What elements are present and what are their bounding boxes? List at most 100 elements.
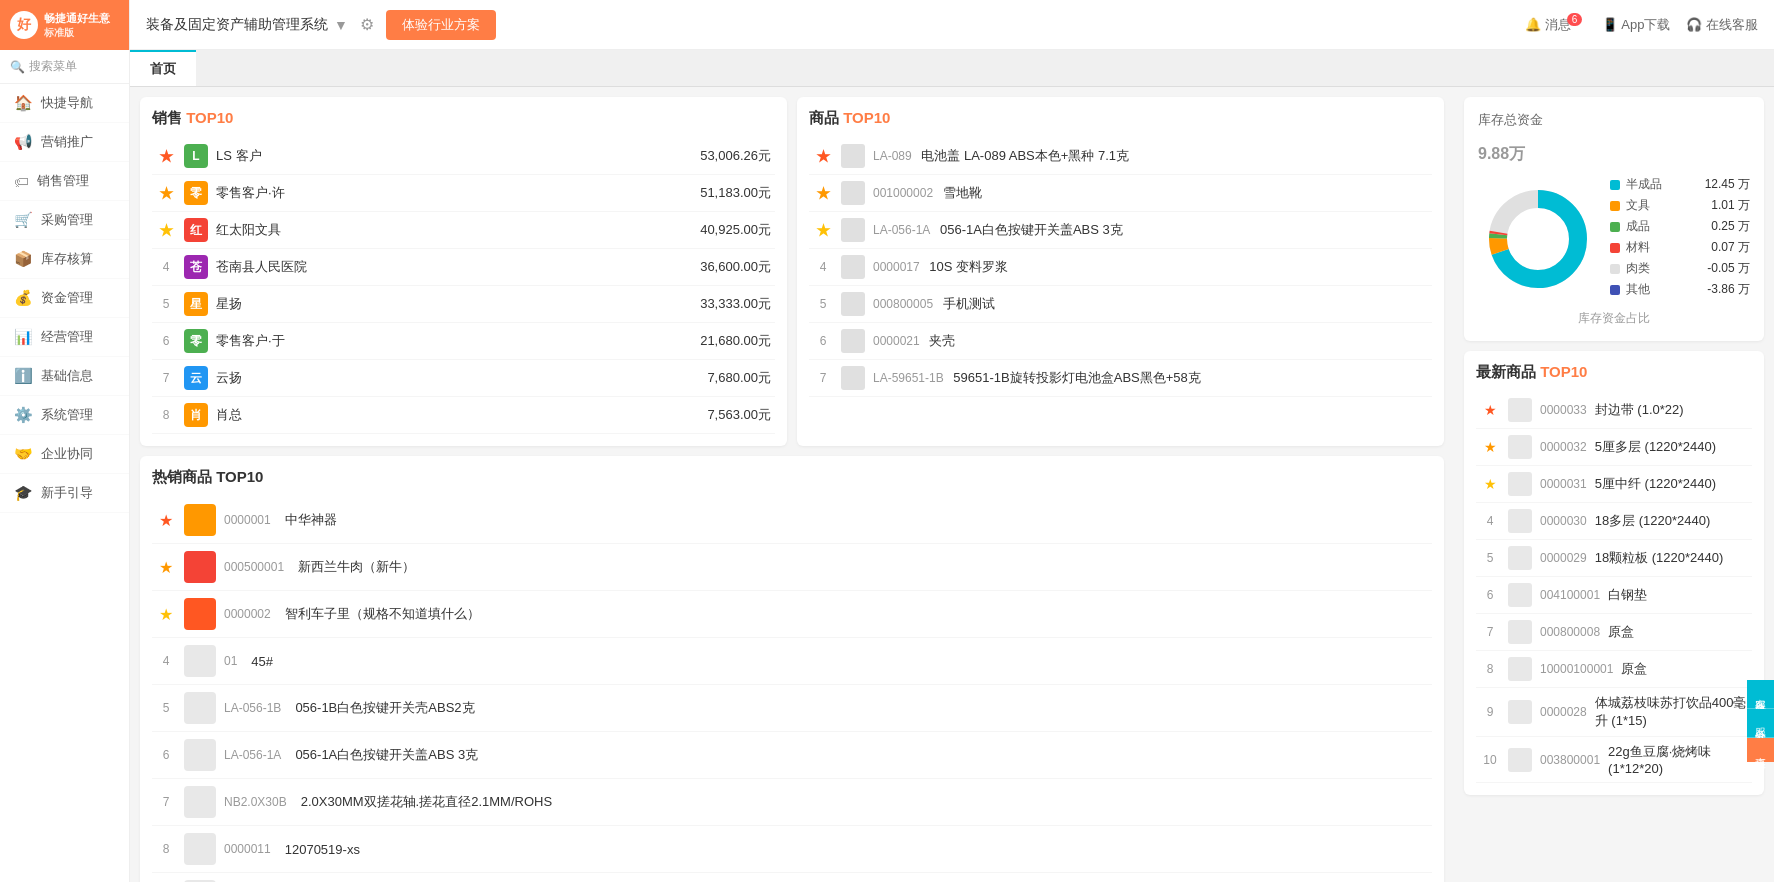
rank-name: 苍南县人民医院 xyxy=(216,258,692,276)
rank-badge: 星 xyxy=(184,292,208,316)
sidebar-item-operation[interactable]: 📊 经营管理 xyxy=(0,318,129,357)
rank-value: 53,006.26元 xyxy=(700,147,771,165)
sidebar-item-stock[interactable]: 📦 库存核算 xyxy=(0,240,129,279)
product-code: 0000032 xyxy=(1540,440,1587,454)
product-code: 000500001 xyxy=(224,560,284,574)
product-name: 2.0X30MM双搓花轴.搓花直径2.1MM/ROHS xyxy=(301,793,552,811)
rank-number: ★ xyxy=(156,605,176,624)
main-content: 销售 TOP10 ★ L LS 客户 53,006.26元 ★ 零 零售客户·许… xyxy=(130,87,1454,882)
product-img xyxy=(841,144,865,168)
sidebar-item-finance[interactable]: 💰 资金管理 xyxy=(0,279,129,318)
product-img xyxy=(841,255,865,279)
product-image-placeholder xyxy=(184,739,216,771)
rank-badge: L xyxy=(184,144,208,168)
sidebar-item-guide[interactable]: 🎓 新手引导 xyxy=(0,474,129,513)
app-download-link[interactable]: 📱 App下载 xyxy=(1602,16,1670,34)
inventory-value: 9.88万 xyxy=(1478,135,1525,165)
product-img xyxy=(841,366,865,390)
messages-link[interactable]: 🔔 消息6 xyxy=(1525,16,1586,34)
rank-number: 5 xyxy=(813,297,833,311)
sidebar-item-info[interactable]: ℹ️ 基础信息 xyxy=(0,357,129,396)
trial-button[interactable]: 体验行业方案 xyxy=(386,10,496,40)
rank-number: ★ xyxy=(156,147,176,166)
guide-icon: 🎓 xyxy=(14,484,33,502)
rank-number: 8 xyxy=(156,408,176,422)
product-info: LA-089 电池盖 LA-089 ABS本色+黑种 7.1克 xyxy=(873,147,1428,165)
rank-badge: 苍 xyxy=(184,255,208,279)
legend-value: 12.45 万 xyxy=(1705,176,1750,193)
product-name: 22g鱼豆腐·烧烤味 (1*12*20) xyxy=(1608,743,1748,776)
rank-number: 7 xyxy=(156,371,176,385)
donut-chart xyxy=(1478,179,1598,299)
settings-icon[interactable]: ⚙ xyxy=(360,15,374,34)
legend-color xyxy=(1610,264,1620,274)
hot-products-card: 热销商品 TOP10 ★ 0000001 中华神器 ★ 000500001 新西… xyxy=(140,456,1444,882)
rank-number: 6 xyxy=(1480,588,1500,602)
product-info: 001000002 雪地靴 xyxy=(873,184,1428,202)
product-code: 0000030 xyxy=(1540,514,1587,528)
legend-label: 文具 xyxy=(1626,197,1705,214)
list-item: 9 KK-SD22110H 花语萌恒温分娩裤袜（厚款） xyxy=(152,873,1432,882)
float-customer-service[interactable]: 客服热线 xyxy=(1747,680,1774,709)
sidebar-item-system[interactable]: ⚙️ 系统管理 xyxy=(0,396,129,435)
product-name: 5厘中纤 (1220*2440) xyxy=(1595,475,1716,493)
list-item: 8 肖 肖总 7,563.00元 xyxy=(152,397,775,434)
list-item: ★ LA-089 电池盖 LA-089 ABS本色+黑种 7.1克 xyxy=(809,138,1432,175)
topbar-right: 🔔 消息6 📱 App下载 🎧 在线客服 xyxy=(1525,16,1758,34)
search-menu[interactable]: 🔍 搜索菜单 xyxy=(0,50,129,84)
rank-value: 7,563.00元 xyxy=(707,406,771,424)
legend-label: 其他 xyxy=(1626,281,1701,298)
sidebar-item-purchase[interactable]: 🛒 采购管理 xyxy=(0,201,129,240)
product-img xyxy=(1508,435,1532,459)
product-name: 中华神器 xyxy=(285,511,337,529)
list-item: 6 004100001 白钢垫 xyxy=(1476,577,1752,614)
collab-icon: 🤝 xyxy=(14,445,33,463)
product-code: 10000100001 xyxy=(1540,662,1613,676)
rank-number: 7 xyxy=(1480,625,1500,639)
sidebar-item-sales[interactable]: 🏷 销售管理 xyxy=(0,162,129,201)
main-area: 装备及固定资产辅助管理系统 ▼ ⚙ 体验行业方案 🔔 消息6 📱 App下载 🎧… xyxy=(130,0,1774,882)
rank-number: ★ xyxy=(1480,476,1500,492)
float-live[interactable]: 直播 xyxy=(1747,738,1774,762)
rank-number: 6 xyxy=(156,748,176,762)
rank-number: 4 xyxy=(156,654,176,668)
inventory-label: 库存总资金 xyxy=(1478,111,1543,129)
product-name: 原盒 xyxy=(1621,660,1647,678)
rank-number: ★ xyxy=(1480,402,1500,418)
product-code: 003800001 xyxy=(1540,753,1600,767)
online-service-link[interactable]: 🎧 在线客服 xyxy=(1686,16,1758,34)
rank-badge: 肖 xyxy=(184,403,208,427)
product-code: 0000029 xyxy=(1540,551,1587,565)
rank-value: 40,925.00元 xyxy=(700,221,771,239)
product-img xyxy=(841,292,865,316)
rank-number: 4 xyxy=(156,260,176,274)
rank-name: 云扬 xyxy=(216,369,699,387)
list-item: 8 10000100001 原盒 xyxy=(1476,651,1752,688)
rank-number: 7 xyxy=(813,371,833,385)
product-info: LA-59651-1B 59651-1B旋转投影灯电池盒ABS黑色+58克 xyxy=(873,369,1428,387)
float-community[interactable]: 服务社区 xyxy=(1747,709,1774,738)
legend-item: 材料 0.07 万 xyxy=(1610,239,1750,256)
tab-home[interactable]: 首页 xyxy=(130,50,196,86)
rank-badge: 零 xyxy=(184,181,208,205)
right-panel: 库存总资金 9.88万 xyxy=(1454,87,1774,882)
legend-value: -3.86 万 xyxy=(1707,281,1750,298)
sidebar-item-collab[interactable]: 🤝 企业协同 xyxy=(0,435,129,474)
rank-value: 36,600.00元 xyxy=(700,258,771,276)
product-img xyxy=(1508,748,1532,772)
customer-rank-title: 销售 TOP10 xyxy=(152,109,775,128)
rank-value: 21,680.00元 xyxy=(700,332,771,350)
page-tabs: 首页 xyxy=(130,50,1774,87)
rank-value: 33,333.00元 xyxy=(700,295,771,313)
chevron-down-icon[interactable]: ▼ xyxy=(334,17,348,33)
sidebar-item-marketing[interactable]: 📢 营销推广 xyxy=(0,123,129,162)
product-img xyxy=(1508,509,1532,533)
product-info: 000800005 手机测试 xyxy=(873,295,1428,313)
rank-value: 7,680.00元 xyxy=(707,369,771,387)
product-image-placeholder xyxy=(184,692,216,724)
sidebar-item-quicknav[interactable]: 🏠 快捷导航 xyxy=(0,84,129,123)
rank-name: 星扬 xyxy=(216,295,692,313)
rank-number: ★ xyxy=(813,147,833,166)
list-item: 6 零 零售客户·于 21,680.00元 xyxy=(152,323,775,360)
rank-number: ★ xyxy=(813,221,833,240)
